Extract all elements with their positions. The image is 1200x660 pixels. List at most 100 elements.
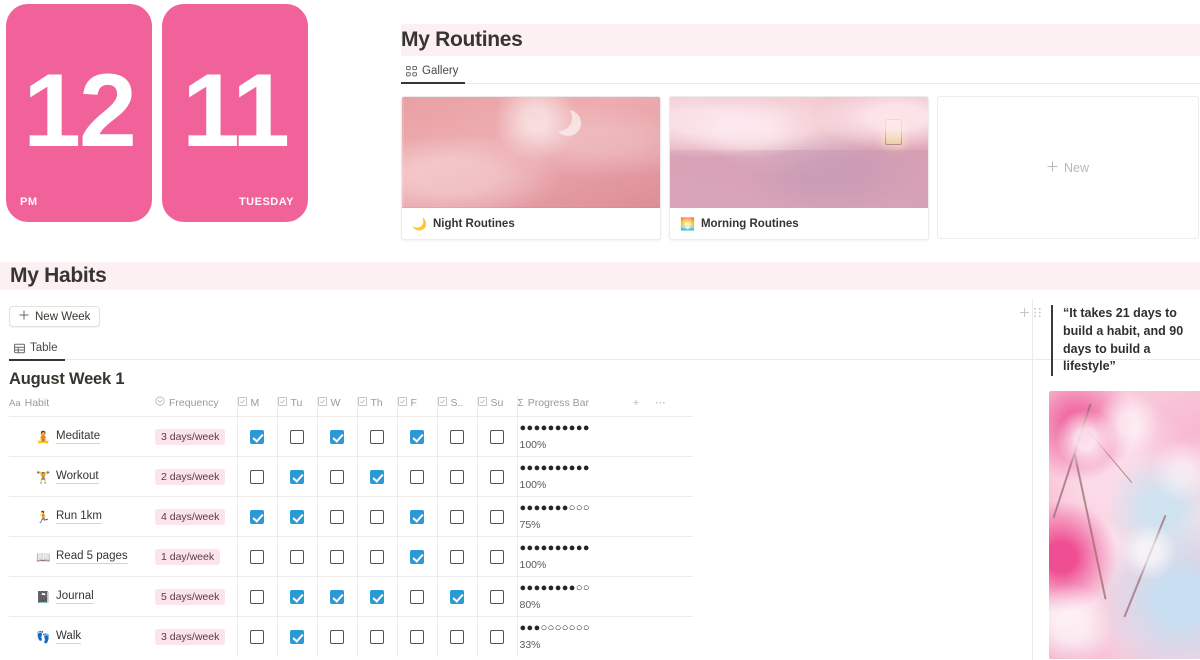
cell-frequency[interactable]: 5 days/week	[155, 577, 237, 617]
cell-day-tu[interactable]	[277, 417, 317, 457]
column-header-day-su[interactable]: Su	[477, 396, 517, 417]
table-row[interactable]: 👣 Walk 3 days/week ●●●○○○○○○○ 33	[9, 617, 693, 657]
day-checkbox[interactable]	[410, 630, 424, 644]
cell-day-f[interactable]	[397, 417, 437, 457]
cell-day-f[interactable]	[397, 457, 437, 497]
cell-day-su[interactable]	[477, 417, 517, 457]
day-checkbox[interactable]	[450, 470, 464, 484]
cell-frequency[interactable]: 1 day/week	[155, 537, 237, 577]
cell-frequency[interactable]: 2 days/week	[155, 457, 237, 497]
day-checkbox[interactable]	[370, 430, 384, 444]
day-checkbox[interactable]	[490, 430, 504, 444]
day-checkbox[interactable]	[250, 590, 264, 604]
day-checkbox[interactable]	[370, 550, 384, 564]
day-checkbox[interactable]	[290, 470, 304, 484]
day-checkbox[interactable]	[490, 550, 504, 564]
add-column-button[interactable]: +	[633, 397, 639, 409]
column-header-day-w[interactable]: W	[317, 396, 357, 417]
day-checkbox[interactable]	[410, 470, 424, 484]
table-row[interactable]: 🏋 Workout 2 days/week ●●●●●●●●●●	[9, 457, 693, 497]
day-checkbox[interactable]	[410, 590, 424, 604]
day-checkbox[interactable]	[450, 590, 464, 604]
cell-day-m[interactable]	[237, 457, 277, 497]
day-checkbox[interactable]	[290, 430, 304, 444]
cell-day-tu[interactable]	[277, 537, 317, 577]
cell-frequency[interactable]: 4 days/week	[155, 497, 237, 537]
cell-day-sa[interactable]	[437, 417, 477, 457]
table-row[interactable]: 📓 Journal 5 days/week ●●●●●●●●○○	[9, 577, 693, 617]
cell-day-m[interactable]	[237, 537, 277, 577]
cell-day-w[interactable]	[317, 497, 357, 537]
cell-day-su[interactable]	[477, 457, 517, 497]
day-checkbox[interactable]	[370, 590, 384, 604]
cell-day-f[interactable]	[397, 617, 437, 657]
day-checkbox[interactable]	[370, 510, 384, 524]
cell-day-th[interactable]	[357, 577, 397, 617]
day-checkbox[interactable]	[370, 630, 384, 644]
day-checkbox[interactable]	[450, 550, 464, 564]
cell-day-tu[interactable]	[277, 457, 317, 497]
cell-habit[interactable]: 📖 Read 5 pages	[9, 537, 155, 577]
cell-day-th[interactable]	[357, 617, 397, 657]
cell-day-su[interactable]	[477, 577, 517, 617]
day-checkbox[interactable]	[490, 630, 504, 644]
day-checkbox[interactable]	[290, 550, 304, 564]
column-header-habit[interactable]: Aa Habit	[9, 396, 155, 417]
plus-icon[interactable]	[1019, 305, 1030, 323]
day-checkbox[interactable]	[330, 550, 344, 564]
column-header-frequency[interactable]: Frequency	[155, 396, 237, 417]
day-checkbox[interactable]	[370, 470, 384, 484]
table-row[interactable]: 🏃 Run 1km 4 days/week ●●●●●●●○○○	[9, 497, 693, 537]
cell-day-tu[interactable]	[277, 577, 317, 617]
day-checkbox[interactable]	[450, 430, 464, 444]
cell-day-f[interactable]	[397, 577, 437, 617]
day-checkbox[interactable]	[250, 430, 264, 444]
cell-day-tu[interactable]	[277, 497, 317, 537]
day-checkbox[interactable]	[330, 630, 344, 644]
day-checkbox[interactable]	[290, 510, 304, 524]
cell-day-w[interactable]	[317, 537, 357, 577]
new-week-button[interactable]: New Week	[9, 306, 100, 327]
day-checkbox[interactable]	[490, 590, 504, 604]
cell-habit[interactable]: 🏋 Workout	[9, 457, 155, 497]
cell-day-sa[interactable]	[437, 617, 477, 657]
column-header-day-m[interactable]: M	[237, 396, 277, 417]
day-checkbox[interactable]	[250, 630, 264, 644]
column-header-progress[interactable]: Σ Progress Bar	[517, 396, 633, 417]
cell-day-th[interactable]	[357, 457, 397, 497]
day-checkbox[interactable]	[290, 630, 304, 644]
cell-day-su[interactable]	[477, 537, 517, 577]
cell-day-th[interactable]	[357, 417, 397, 457]
day-checkbox[interactable]	[250, 510, 264, 524]
cell-day-w[interactable]	[317, 457, 357, 497]
cell-day-m[interactable]	[237, 577, 277, 617]
day-checkbox[interactable]	[490, 510, 504, 524]
day-checkbox[interactable]	[250, 550, 264, 564]
cell-habit[interactable]: 🧘 Meditate	[9, 417, 155, 457]
new-routine-button[interactable]: New	[1047, 161, 1089, 175]
column-header-day-th[interactable]: Th	[357, 396, 397, 417]
table-row[interactable]: 🧘 Meditate 3 days/week ●●●●●●●●●●	[9, 417, 693, 457]
cell-day-su[interactable]	[477, 497, 517, 537]
day-checkbox[interactable]	[490, 470, 504, 484]
drag-handle-icon[interactable]	[1033, 305, 1042, 323]
cell-day-m[interactable]	[237, 617, 277, 657]
cell-day-th[interactable]	[357, 497, 397, 537]
day-checkbox[interactable]	[410, 550, 424, 564]
cell-day-tu[interactable]	[277, 617, 317, 657]
cell-day-sa[interactable]	[437, 537, 477, 577]
tab-gallery[interactable]: Gallery	[401, 60, 465, 84]
cell-day-sa[interactable]	[437, 497, 477, 537]
cell-day-w[interactable]	[317, 417, 357, 457]
day-checkbox[interactable]	[330, 510, 344, 524]
cell-day-w[interactable]	[317, 617, 357, 657]
day-checkbox[interactable]	[450, 630, 464, 644]
cell-day-f[interactable]	[397, 497, 437, 537]
day-checkbox[interactable]	[330, 470, 344, 484]
day-checkbox[interactable]	[410, 510, 424, 524]
day-checkbox[interactable]	[250, 470, 264, 484]
cell-day-f[interactable]	[397, 537, 437, 577]
cell-habit[interactable]: 👣 Walk	[9, 617, 155, 657]
cell-day-m[interactable]	[237, 497, 277, 537]
routine-card-night[interactable]: 🌙 Night Routines	[401, 96, 661, 240]
